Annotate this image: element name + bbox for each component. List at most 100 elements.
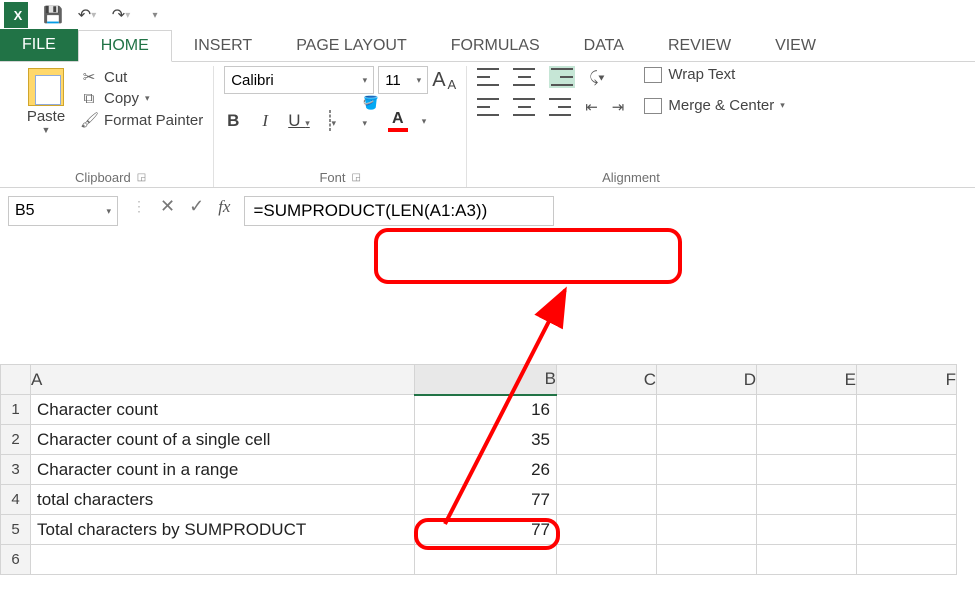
formula-bar: B5▾ ⋮ ✕ ✓ fx =SUMPRODUCT(LEN(A1:A3)) <box>0 188 975 238</box>
cell[interactable] <box>757 425 857 455</box>
tab-file[interactable]: FILE <box>0 29 78 61</box>
shrink-font-button[interactable]: A <box>448 77 457 92</box>
decrease-indent-button[interactable]: ⇤ <box>585 98 598 116</box>
copy-button[interactable]: ⧉Copy ▾ <box>80 90 203 107</box>
cell[interactable] <box>857 395 957 425</box>
col-header-B[interactable]: B <box>415 365 557 395</box>
undo-button[interactable]: ↶▾ <box>74 3 100 27</box>
italic-button[interactable]: I <box>256 111 274 131</box>
qat-customize-icon[interactable]: ▾ <box>142 3 168 27</box>
cell[interactable] <box>657 515 757 545</box>
row-header[interactable]: 2 <box>1 425 31 455</box>
ribbon: Paste ▼ ✂Cut ⧉Copy ▾ 🖌Format Painter Cli… <box>0 62 975 188</box>
underline-button[interactable]: U ▾ <box>288 111 310 131</box>
row-header[interactable]: 5 <box>1 515 31 545</box>
merge-center-button[interactable]: Merge & Center ▾ <box>644 97 784 114</box>
cell[interactable]: 26 <box>415 455 557 485</box>
dialog-launcher-icon[interactable]: ◲ <box>351 172 360 183</box>
align-center-button[interactable] <box>513 98 535 116</box>
dialog-launcher-icon[interactable]: ◲ <box>137 172 146 183</box>
cell[interactable] <box>857 425 957 455</box>
font-color-button[interactable]: A <box>388 110 408 132</box>
cell[interactable]: 16 <box>415 395 557 425</box>
row-header[interactable]: 4 <box>1 485 31 515</box>
cell[interactable] <box>657 545 757 575</box>
col-header-C[interactable]: C <box>557 365 657 395</box>
borders-button[interactable]: ▾ <box>324 111 342 131</box>
cell[interactable] <box>557 395 657 425</box>
cell[interactable] <box>557 455 657 485</box>
cell[interactable] <box>857 485 957 515</box>
cell[interactable] <box>757 515 857 545</box>
cell[interactable] <box>31 545 415 575</box>
align-right-button[interactable] <box>549 98 571 116</box>
formula-input[interactable]: =SUMPRODUCT(LEN(A1:A3)) <box>244 196 554 226</box>
group-label-alignment: Alignment <box>602 170 660 185</box>
fill-color-button[interactable]: ▾ <box>356 111 374 131</box>
cut-button[interactable]: ✂Cut <box>80 68 203 86</box>
cell[interactable]: total characters <box>31 485 415 515</box>
cell[interactable] <box>557 425 657 455</box>
increase-indent-button[interactable]: ⇥ <box>612 98 625 116</box>
align-middle-button[interactable] <box>513 68 535 86</box>
cell[interactable] <box>757 455 857 485</box>
cell[interactable]: Total characters by SUMPRODUCT <box>31 515 415 545</box>
cell[interactable]: Character count in a range <box>31 455 415 485</box>
chevron-down-icon: ▾ <box>363 75 368 86</box>
cell[interactable] <box>557 545 657 575</box>
worksheet-grid[interactable]: A B C D E F 1Character count16 2Characte… <box>0 364 975 575</box>
align-bottom-button[interactable] <box>549 66 575 88</box>
tab-review[interactable]: REVIEW <box>646 31 753 61</box>
col-header-A[interactable]: A <box>31 365 415 395</box>
font-size-select[interactable]: 11▾ <box>378 66 428 94</box>
cell[interactable]: 35 <box>415 425 557 455</box>
cell[interactable] <box>857 545 957 575</box>
tab-page-layout[interactable]: PAGE LAYOUT <box>274 31 429 61</box>
tab-view[interactable]: VIEW <box>753 31 838 61</box>
paste-button[interactable]: Paste ▼ <box>18 66 74 135</box>
cell[interactable] <box>757 395 857 425</box>
col-header-F[interactable]: F <box>857 365 957 395</box>
cell[interactable] <box>857 515 957 545</box>
menu-dots-icon[interactable]: ⋮ <box>132 198 146 215</box>
tab-insert[interactable]: INSERT <box>172 31 274 61</box>
enter-formula-button[interactable]: ✓ <box>189 196 204 217</box>
cell[interactable] <box>757 485 857 515</box>
cell[interactable] <box>415 545 557 575</box>
cell[interactable] <box>757 545 857 575</box>
name-box[interactable]: B5▾ <box>8 196 118 226</box>
cell[interactable] <box>657 485 757 515</box>
row-header[interactable]: 3 <box>1 455 31 485</box>
select-all-corner[interactable] <box>1 365 31 395</box>
cell[interactable] <box>657 455 757 485</box>
tab-formulas[interactable]: FORMULAS <box>429 31 562 61</box>
align-top-button[interactable] <box>477 68 499 86</box>
insert-function-button[interactable]: fx <box>218 197 230 217</box>
col-header-D[interactable]: D <box>657 365 757 395</box>
cell-B5[interactable]: 77 <box>415 515 557 545</box>
wrap-text-button[interactable]: Wrap Text <box>644 66 784 83</box>
redo-button[interactable]: ↷▾ <box>108 3 134 27</box>
tab-home[interactable]: HOME <box>78 30 172 62</box>
row-header[interactable]: 6 <box>1 545 31 575</box>
bold-button[interactable]: B <box>224 111 242 131</box>
orientation-button[interactable]: ⤹▾ <box>589 69 604 86</box>
grow-font-button[interactable]: A <box>432 69 445 92</box>
row-header[interactable]: 1 <box>1 395 31 425</box>
align-left-button[interactable] <box>477 98 499 116</box>
cell[interactable]: 77 <box>415 485 557 515</box>
cell[interactable]: Character count <box>31 395 415 425</box>
col-header-E[interactable]: E <box>757 365 857 395</box>
font-name-select[interactable]: Calibri▾ <box>224 66 374 94</box>
tab-data[interactable]: DATA <box>562 31 646 61</box>
cell[interactable] <box>657 395 757 425</box>
ribbon-tabs: FILE HOME INSERT PAGE LAYOUT FORMULAS DA… <box>0 30 975 62</box>
cell[interactable] <box>557 485 657 515</box>
cell[interactable] <box>857 455 957 485</box>
cell[interactable] <box>557 515 657 545</box>
cancel-formula-button[interactable]: ✕ <box>160 196 175 217</box>
save-icon[interactable]: 💾 <box>40 3 66 27</box>
cell[interactable] <box>657 425 757 455</box>
cell[interactable]: Character count of a single cell <box>31 425 415 455</box>
format-painter-button[interactable]: 🖌Format Painter <box>80 111 203 129</box>
